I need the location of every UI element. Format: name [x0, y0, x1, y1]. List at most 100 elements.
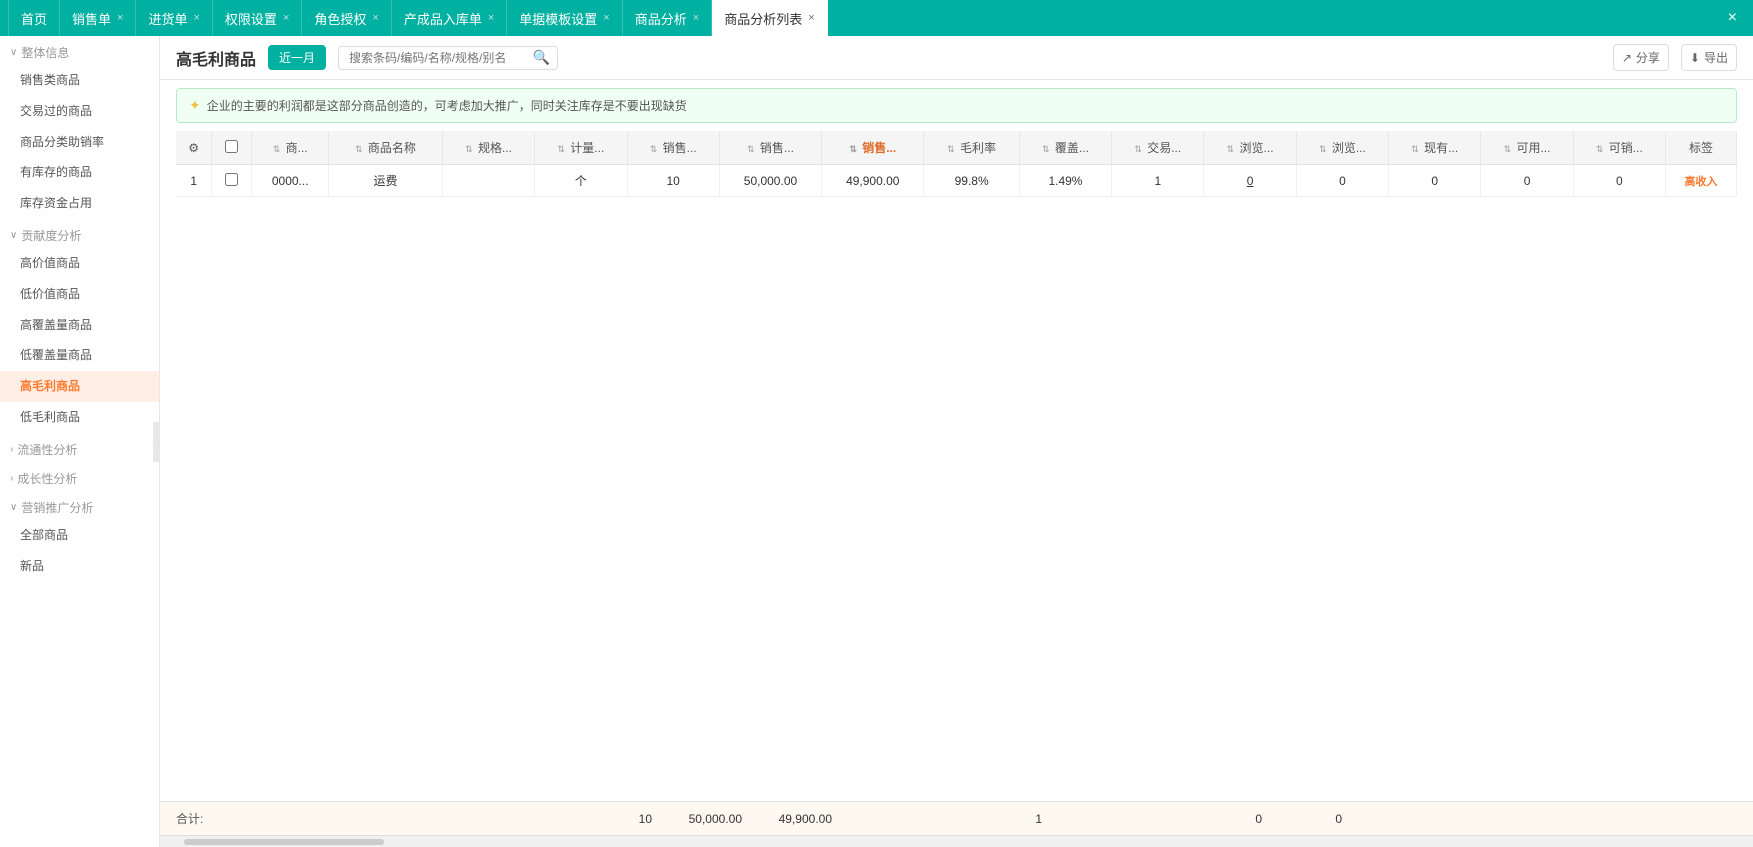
close-purchase-tab[interactable]: × — [193, 12, 199, 24]
sidebar-item-high-value[interactable]: 高价值商品 — [0, 248, 159, 279]
liquidity-arrow-icon: › — [10, 444, 13, 455]
growth-arrow-icon: › — [10, 473, 13, 484]
th-code[interactable]: ⇅ 商... — [252, 131, 329, 165]
cell-browse1[interactable]: 0 — [1204, 165, 1296, 197]
th-sales3[interactable]: ⇅ 销售... — [822, 131, 924, 165]
close-sales-tab[interactable]: × — [117, 12, 123, 24]
footer-available: 0 — [1268, 812, 1348, 826]
sidebar-item-new-goods[interactable]: 新品 — [0, 551, 159, 582]
close-analysis-tab[interactable]: × — [693, 12, 699, 24]
search-wrapper: 🔍 — [338, 46, 558, 70]
sidebar-collapse-btn[interactable]: « — [153, 422, 160, 462]
sidebar-item-low-gross[interactable]: 低毛利商品 — [0, 402, 159, 433]
info-banner: ✦ 企业的主要的利润都是这部分商品创造的，可考虑加大推广，同时关注库存是不要出现… — [176, 88, 1737, 123]
table-header-row: ⚙ ⇅ 商... ⇅ 商品名称 — [176, 131, 1737, 165]
sort-icon-s1: ⇅ — [650, 144, 658, 154]
nav-tab-template[interactable]: 单据模板设置 × — [507, 0, 622, 36]
th-name[interactable]: ⇅ 商品名称 — [329, 131, 443, 165]
row-checkbox[interactable] — [225, 173, 238, 186]
th-sellable[interactable]: ⇅ 可销... — [1573, 131, 1665, 165]
page-title: 高毛利商品 — [176, 46, 256, 70]
sidebar-item-all-goods[interactable]: 全部商品 — [0, 520, 159, 551]
sidebar-item-traded-goods[interactable]: 交易过的商品 — [0, 96, 159, 127]
marketing-arrow-icon: ∨ — [10, 502, 17, 513]
sidebar-item-low-value[interactable]: 低价值商品 — [0, 279, 159, 310]
top-nav-bar: 首页 销售单 × 进货单 × 权限设置 × 角色授权 × 产成品入库单 × 单据… — [0, 0, 1753, 36]
sidebar-item-high-gross[interactable]: 高毛利商品 — [0, 371, 159, 402]
sidebar-group-overall[interactable]: ∨ 整体信息 — [0, 36, 159, 65]
nav-tab-home[interactable]: 首页 — [8, 0, 60, 36]
sidebar-item-stock-capital[interactable]: 库存资金占用 — [0, 188, 159, 219]
sidebar-item-low-coverage[interactable]: 低覆盖量商品 — [0, 340, 159, 371]
cell-gross-rate: 99.8% — [924, 165, 1019, 197]
close-role-tab[interactable]: × — [372, 12, 378, 24]
nav-tab-analysis[interactable]: 商品分析 × — [623, 0, 712, 36]
footer-total-row: 10 50,000.00 49,900.00 1 0 0 — [234, 812, 1737, 826]
th-spec[interactable]: ⇅ 规格... — [442, 131, 534, 165]
cell-sales3: 49,900.00 — [822, 165, 924, 197]
sort-icon-unit: ⇅ — [557, 144, 565, 154]
th-coverage[interactable]: ⇅ 覆盖... — [1019, 131, 1111, 165]
cell-checkbox — [212, 165, 252, 197]
th-browse1[interactable]: ⇅ 浏览... — [1204, 131, 1296, 165]
th-unit[interactable]: ⇅ 计量... — [535, 131, 627, 165]
close-product-warehouse-tab[interactable]: × — [488, 12, 494, 24]
tip-icon: ✦ — [189, 97, 201, 114]
sidebar-item-category-assist[interactable]: 商品分类助销率 — [0, 127, 159, 158]
th-browse2[interactable]: ⇅ 浏览... — [1296, 131, 1388, 165]
sidebar-item-sales-goods[interactable]: 销售类商品 — [0, 65, 159, 96]
sidebar-group-liquidity[interactable]: › 流通性分析 — [0, 433, 159, 462]
cell-code: 0000... — [252, 165, 329, 197]
th-index: ⚙ — [176, 131, 212, 165]
sort-icon-tr: ⇅ — [1134, 144, 1142, 154]
sidebar-item-stocked-goods[interactable]: 有库存的商品 — [0, 157, 159, 188]
th-sales1[interactable]: ⇅ 销售... — [627, 131, 719, 165]
th-sales2[interactable]: ⇅ 销售... — [719, 131, 821, 165]
contribution-arrow-icon: ∨ — [10, 230, 17, 241]
nav-tab-analysis-list[interactable]: 商品分析列表 × — [712, 0, 827, 36]
th-transaction[interactable]: ⇅ 交易... — [1112, 131, 1204, 165]
search-icon[interactable]: 🔍 — [533, 49, 550, 66]
th-gross-rate[interactable]: ⇅ 毛利率 — [924, 131, 1019, 165]
share-icon: ↗ — [1622, 51, 1632, 65]
cell-coverage: 1.49% — [1019, 165, 1111, 197]
footer-transaction: 1 — [978, 812, 1048, 826]
close-template-tab[interactable]: × — [603, 12, 609, 24]
sidebar-item-high-coverage[interactable]: 高覆盖量商品 — [0, 310, 159, 341]
footer-sales3: 49,900.00 — [748, 812, 838, 826]
sort-icon-gr: ⇅ — [947, 144, 955, 154]
table-wrapper[interactable]: ⚙ ⇅ 商... ⇅ 商品名称 — [176, 131, 1737, 801]
nav-tab-product-warehouse[interactable]: 产成品入库单 × — [392, 0, 507, 36]
cell-browse2: 0 — [1296, 165, 1388, 197]
header-actions: ↗ 分享 ⬇ 导出 — [1613, 44, 1737, 71]
th-available[interactable]: ⇅ 可用... — [1481, 131, 1573, 165]
content-area: 高毛利商品 近一月 🔍 ↗ 分享 ⬇ 导出 ✦ 企业的主要的利润都是这部分商品创… — [160, 36, 1753, 847]
sidebar-group-contribution[interactable]: ∨ 贡献度分析 — [0, 219, 159, 248]
share-btn[interactable]: ↗ 分享 — [1613, 44, 1669, 71]
sidebar: « ∨ 整体信息 销售类商品 交易过的商品 商品分类助销率 有库存的商品 库存资… — [0, 36, 160, 847]
nav-tab-role[interactable]: 角色授权 × — [302, 0, 391, 36]
sidebar-group-marketing[interactable]: ∨ 营销推广分析 — [0, 491, 159, 520]
cell-name: 运费 — [329, 165, 443, 197]
nav-tab-sales[interactable]: 销售单 × — [60, 0, 136, 36]
nav-tab-purchase[interactable]: 进货单 × — [136, 0, 212, 36]
sidebar-group-growth[interactable]: › 成长性分析 — [0, 462, 159, 491]
search-input[interactable] — [338, 46, 558, 70]
close-permission-tab[interactable]: × — [283, 12, 289, 24]
nav-tab-permission[interactable]: 权限设置 × — [213, 0, 302, 36]
footer-sales1: 10 — [588, 812, 658, 826]
close-analysis-list-tab[interactable]: × — [808, 12, 814, 24]
scrollbar-thumb[interactable] — [184, 839, 384, 845]
th-checkbox — [212, 131, 252, 165]
filter-recent-month-btn[interactable]: 近一月 — [268, 45, 326, 70]
main-layout: « ∨ 整体信息 销售类商品 交易过的商品 商品分类助销率 有库存的商品 库存资… — [0, 36, 1753, 847]
select-all-checkbox[interactable] — [225, 140, 238, 153]
export-btn[interactable]: ⬇ 导出 — [1681, 44, 1737, 71]
th-current[interactable]: ⇅ 现有... — [1389, 131, 1481, 165]
window-close-btn[interactable]: × — [1720, 9, 1745, 27]
sort-icon-cov: ⇅ — [1042, 144, 1050, 154]
bottom-scrollbar[interactable] — [160, 835, 1753, 847]
setting-icon[interactable]: ⚙ — [188, 141, 199, 155]
sort-icon-br1: ⇅ — [1227, 144, 1235, 154]
cell-spec — [442, 165, 534, 197]
